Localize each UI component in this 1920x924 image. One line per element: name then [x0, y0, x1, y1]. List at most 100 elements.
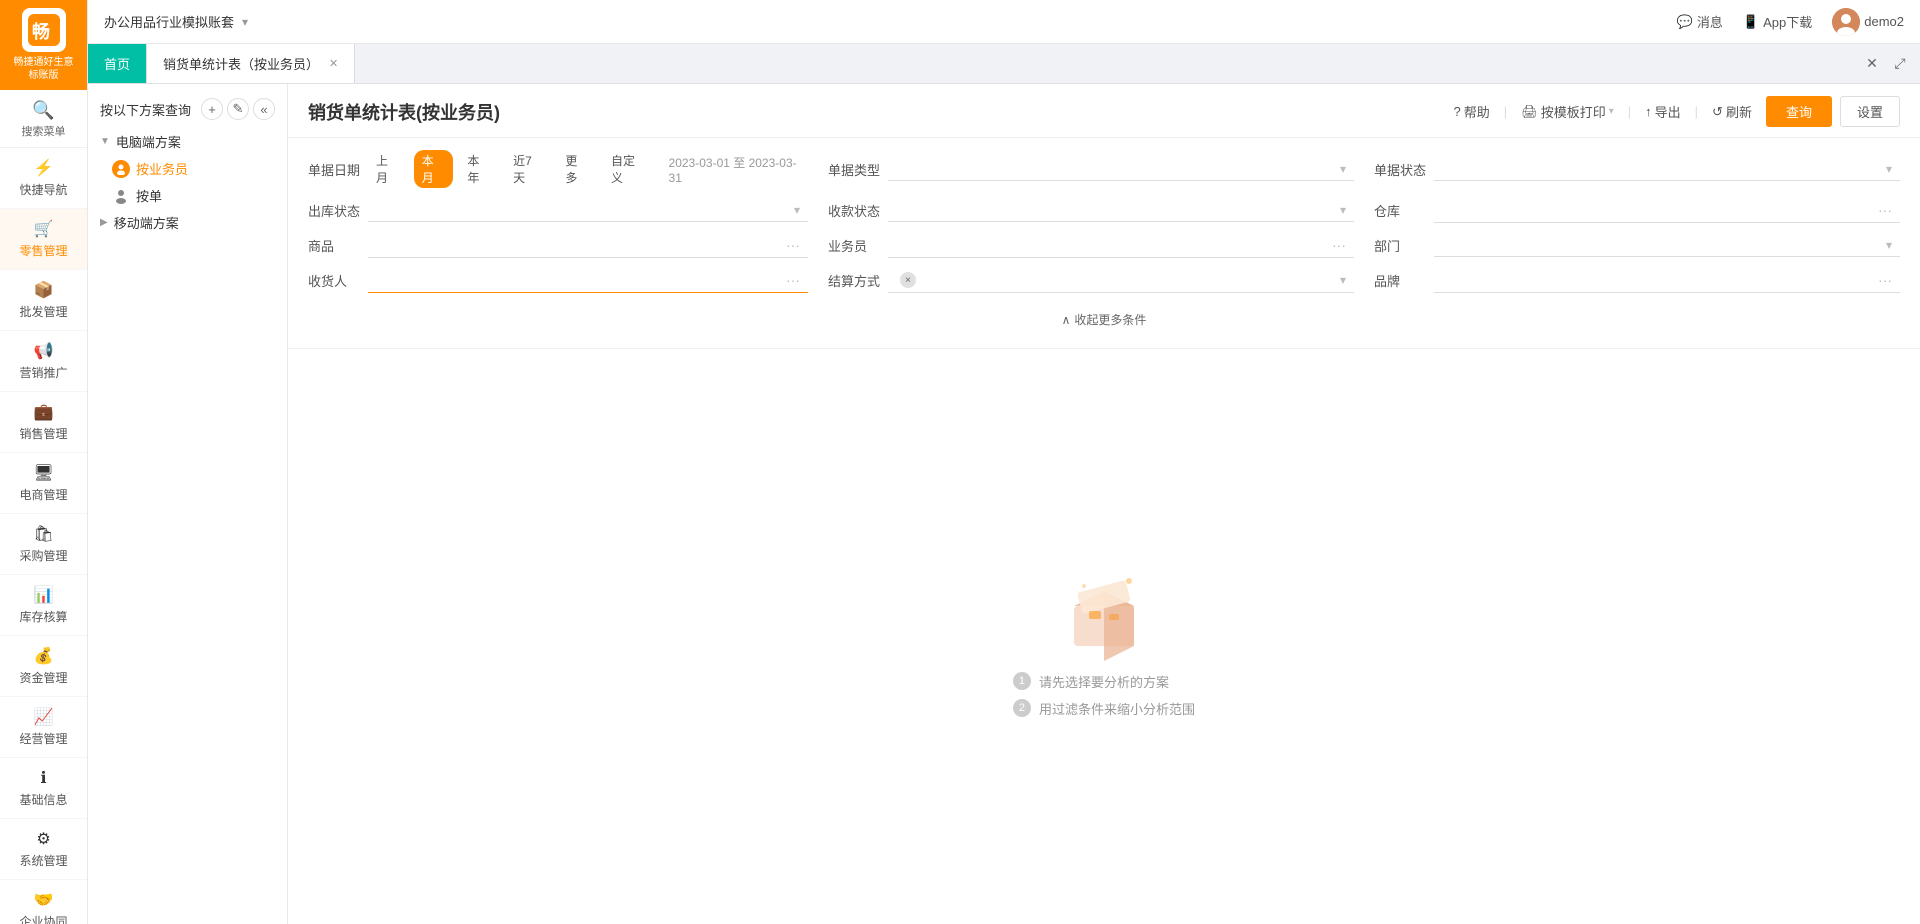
edit-scheme-button[interactable]: ✎ [227, 98, 249, 120]
filter-row-1: 单据日期 上月 本月 本年 近7天 更多 自定义 2023-03-01 至 20… [308, 150, 1900, 188]
sidebar-item-retail[interactable]: 🛒 零售管理 [0, 209, 87, 270]
breadcrumb-dropdown-icon[interactable]: ▾ [242, 15, 248, 29]
sidebar-item-quick-nav[interactable]: ⚡ 快捷导航 [0, 148, 87, 209]
export-label: 导出 [1655, 102, 1681, 121]
empty-num-2: 2 [1013, 699, 1031, 717]
add-scheme-button[interactable]: + [201, 98, 223, 120]
collapse-panel-button[interactable]: « [253, 98, 275, 120]
consignee-more-icon: ··· [786, 272, 800, 288]
refresh-button[interactable]: ↺ 刷新 [1706, 98, 1758, 125]
warehouse-select[interactable]: ··· [1434, 198, 1900, 223]
sidebar-item-purchase-label: 采购管理 [19, 547, 67, 564]
user-name: demo2 [1864, 14, 1904, 29]
query-button[interactable]: 查询 [1766, 96, 1832, 127]
tab-close-all-button[interactable]: ✕ [1860, 52, 1884, 76]
sidebar-nav: ⚡ 快捷导航 🛒 零售管理 📦 批发管理 📢 营销推广 💼 销售管理 🖥 电商管… [0, 148, 87, 924]
filter-item-product: 商品 ··· [308, 233, 808, 258]
sidebar-item-finance[interactable]: 💰 资金管理 [0, 636, 87, 697]
doc-type-select[interactable]: ▾ [888, 158, 1354, 181]
sidebar: 畅 畅捷通好生意 标账版 🔍 搜索菜单 ⚡ 快捷导航 🛒 零售管理 📦 批发管理… [0, 0, 88, 924]
tab-sales-stat[interactable]: 销货单统计表（按业务员） ✕ [147, 44, 355, 83]
sidebar-item-sales[interactable]: 💼 销售管理 [0, 392, 87, 453]
right-panel: 销货单统计表(按业务员) ? 帮助 | 🖨 按模板打印 ▾ | ↑ [288, 84, 1920, 924]
filter-row-2: 出库状态 ▾ 收款状态 ▾ [308, 198, 1900, 223]
sidebar-item-purchase[interactable]: 🛍 采购管理 [0, 514, 87, 575]
sidebar-item-operations[interactable]: 📈 经营管理 [0, 697, 87, 758]
tree-expand-icon: ▼ [100, 136, 110, 147]
content-area: 按以下方案查询 + ✎ « ▼ 电脑端方案 [88, 84, 1920, 924]
date-tab-7days[interactable]: 近7天 [505, 150, 551, 188]
enterprise-icon: 🤝 [34, 890, 54, 910]
date-tab-last-month[interactable]: 上月 [368, 150, 408, 188]
sidebar-item-inventory[interactable]: 📊 库存核算 [0, 575, 87, 636]
department-select[interactable]: ▾ [1434, 234, 1900, 257]
empty-tip-2: 2 用过滤条件来缩小分析范围 [1013, 699, 1195, 718]
filter-item-payment-status: 收款状态 ▾ [828, 199, 1354, 222]
app-logo[interactable]: 畅 畅捷通好生意 标账版 [0, 0, 87, 90]
doc-status-label: 单据状态 [1374, 160, 1434, 179]
sidebar-item-marketing[interactable]: 📢 营销推广 [0, 331, 87, 392]
settlement-clear-tag[interactable]: × [900, 272, 916, 288]
logo-icon: 畅 [22, 8, 66, 52]
collapse-icon: « [260, 102, 267, 117]
brand-label: 品牌 [1374, 271, 1434, 290]
date-tab-this-month[interactable]: 本月 [414, 150, 454, 188]
consignee-input[interactable]: ··· [368, 268, 808, 293]
sidebar-item-sales-label: 销售管理 [19, 425, 67, 442]
quick-nav-icon: ⚡ [34, 158, 54, 178]
search-menu-item[interactable]: 🔍 搜索菜单 [0, 90, 87, 148]
main-area: 办公用品行业模拟账套 ▾ 💬 消息 📱 App下载 demo2 首页 [88, 0, 1920, 924]
refresh-label: 刷新 [1726, 102, 1752, 121]
department-label: 部门 [1374, 236, 1434, 255]
tree-sub-item-by-salesperson[interactable]: 按业务员 [112, 155, 287, 182]
consignee-label: 收货人 [308, 271, 368, 290]
user-profile[interactable]: demo2 [1832, 8, 1904, 36]
salesperson-select[interactable]: ··· [888, 233, 1354, 258]
export-button[interactable]: ↑ 导出 [1639, 98, 1687, 125]
sidebar-item-system[interactable]: ⚙ 系统管理 [0, 819, 87, 880]
payment-status-select[interactable]: ▾ [888, 199, 1354, 222]
empty-illustration [1054, 556, 1154, 656]
template-print-button[interactable]: 🖨 按模板打印 ▾ [1515, 98, 1620, 125]
sidebar-item-enterprise[interactable]: 🤝 企业协同 [0, 880, 87, 924]
doc-status-select[interactable]: ▾ [1434, 158, 1900, 181]
date-tab-more[interactable]: 更多 [557, 150, 597, 188]
sidebar-item-basic-info[interactable]: ℹ 基础信息 [0, 758, 87, 819]
date-tab-this-year[interactable]: 本年 [459, 150, 499, 188]
settlement-select[interactable]: × ▾ [888, 268, 1354, 293]
stock-status-select[interactable]: ▾ [368, 199, 808, 222]
sidebar-item-marketing-label: 营销推广 [19, 364, 67, 381]
tree-item-mobile-label: 移动端方案 [114, 213, 179, 232]
warehouse-label: 仓库 [1374, 201, 1434, 220]
tab-home[interactable]: 首页 [88, 44, 147, 83]
tree-item-mobile[interactable]: ▶ 移动端方案 [88, 209, 287, 236]
settings-button[interactable]: 设置 [1840, 96, 1900, 127]
tree-sub-item-by-order[interactable]: 按单 [112, 182, 287, 209]
filter-item-consignee: 收货人 ··· [308, 268, 808, 293]
tree-item-desktop[interactable]: ▼ 电脑端方案 [88, 128, 287, 155]
date-tab-custom[interactable]: 自定义 [603, 150, 655, 188]
template-print-label: 按模板打印 [1541, 102, 1606, 121]
brand-select[interactable]: ··· [1434, 268, 1900, 293]
filter-item-doc-type: 单据类型 ▾ [828, 158, 1354, 181]
stock-status-dropdown-icon: ▾ [794, 203, 800, 217]
help-label: 帮助 [1464, 102, 1490, 121]
filter-item-doc-status: 单据状态 ▾ [1374, 158, 1900, 181]
sidebar-item-inventory-label: 库存核算 [19, 608, 67, 625]
help-button[interactable]: ? 帮助 [1448, 98, 1496, 125]
message-button[interactable]: 💬 消息 [1677, 12, 1723, 31]
left-panel-actions: + ✎ « [201, 98, 275, 120]
page-header: 销货单统计表(按业务员) ? 帮助 | 🖨 按模板打印 ▾ | ↑ [288, 84, 1920, 138]
left-panel: 按以下方案查询 + ✎ « ▼ 电脑端方案 [88, 84, 288, 924]
tab-expand-button[interactable]: ⤢ [1888, 52, 1912, 76]
product-select[interactable]: ··· [368, 233, 808, 258]
tab-sales-stat-close[interactable]: ✕ [329, 57, 338, 70]
collapse-more-button[interactable]: ∧ 收起更多条件 [308, 303, 1900, 336]
sidebar-item-ecommerce[interactable]: 🖥 电商管理 [0, 453, 87, 514]
app-download-button[interactable]: 📱 App下载 [1743, 12, 1812, 31]
sidebar-item-system-label: 系统管理 [19, 852, 67, 869]
sidebar-item-wholesale[interactable]: 📦 批发管理 [0, 270, 87, 331]
marketing-icon: 📢 [34, 341, 54, 361]
sidebar-item-quick-nav-label: 快捷导航 [19, 181, 67, 198]
department-dropdown-icon: ▾ [1886, 238, 1892, 252]
